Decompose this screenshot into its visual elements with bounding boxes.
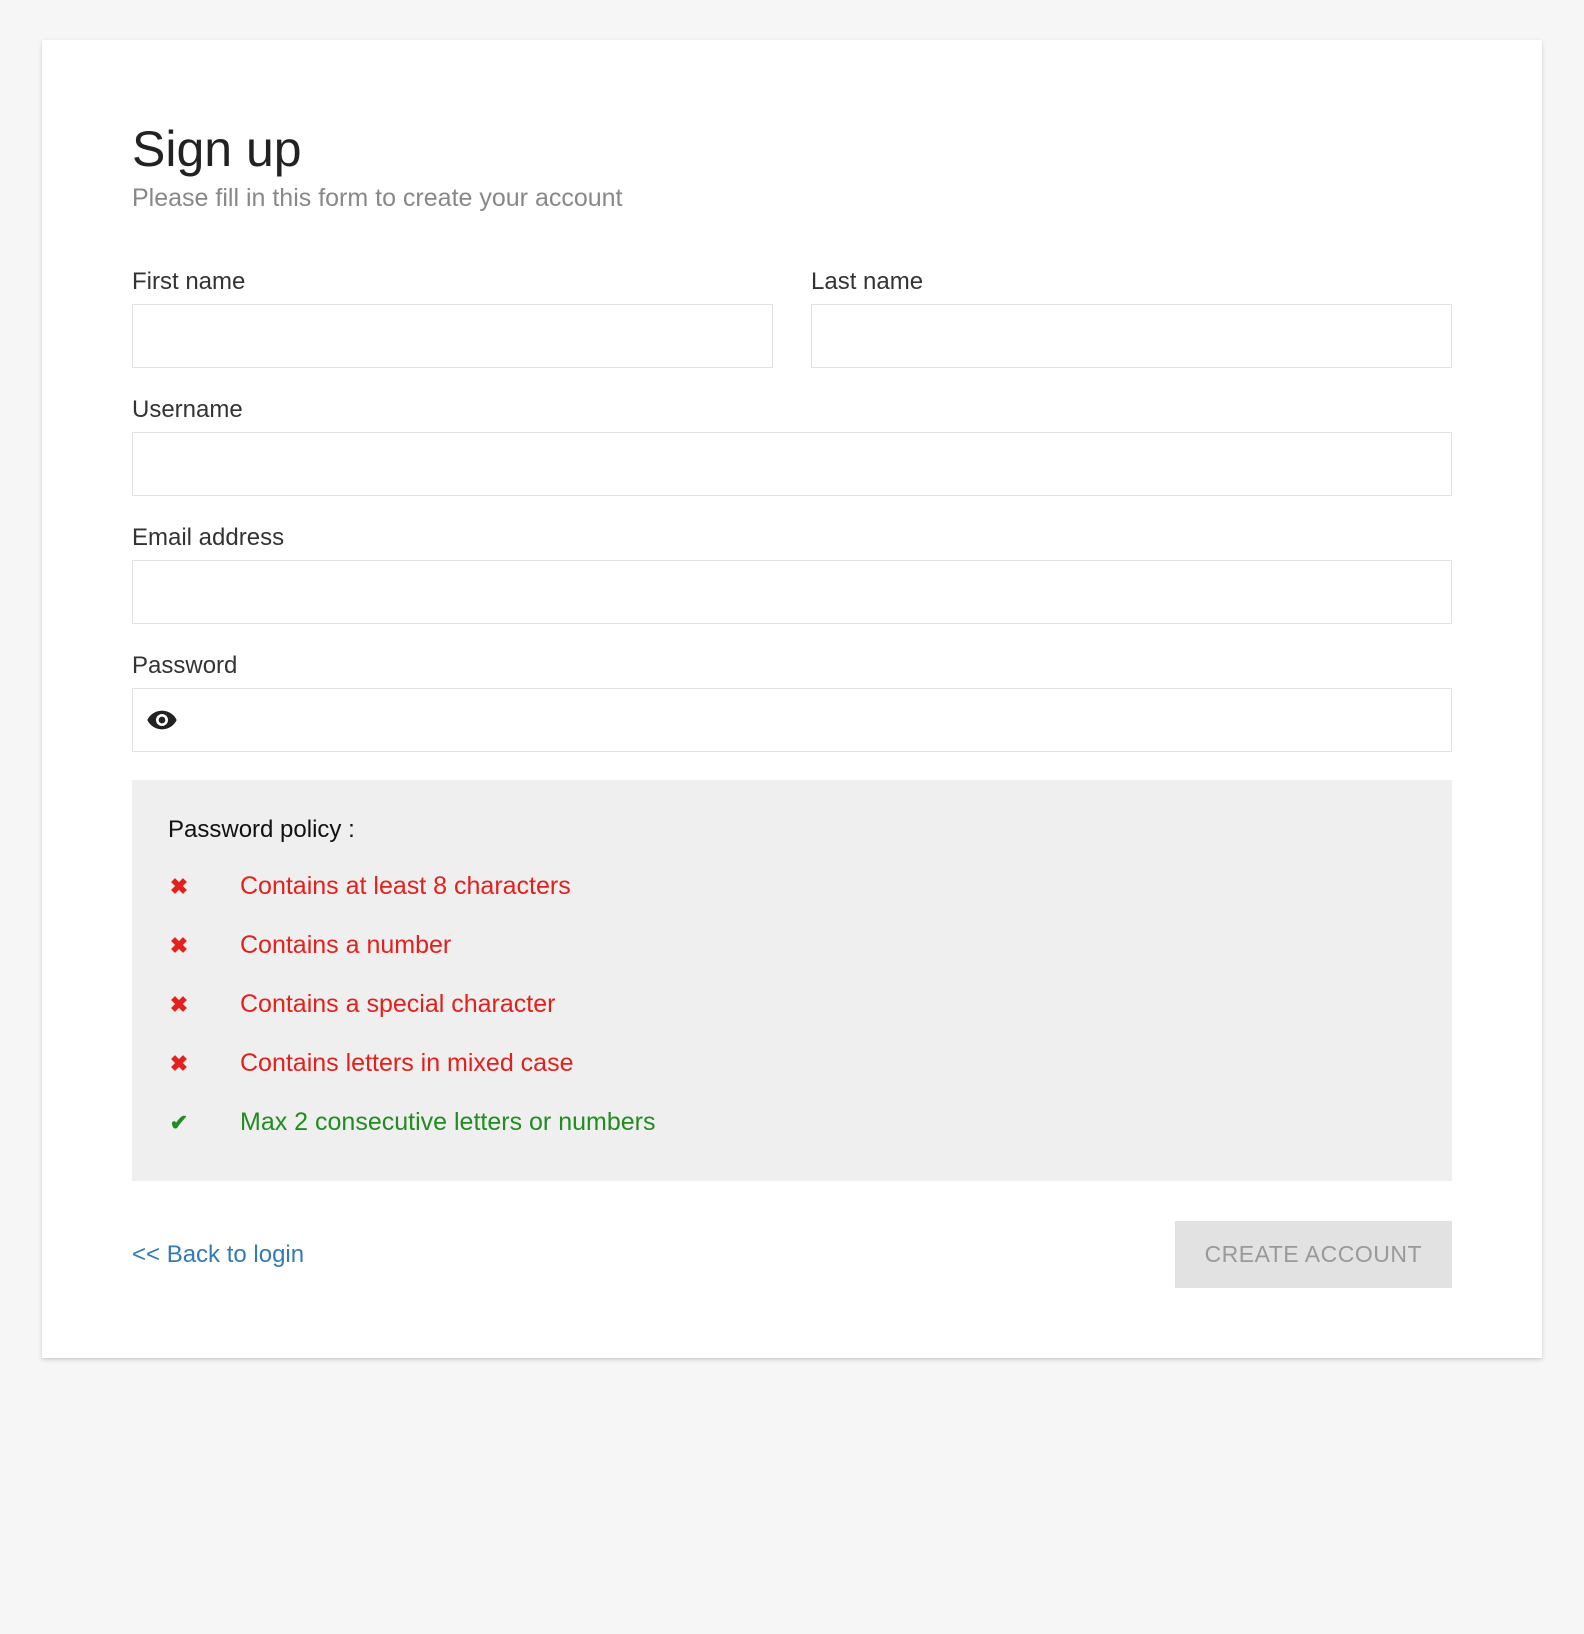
last-name-input[interactable]: [811, 304, 1452, 368]
page-title: Sign up: [132, 120, 1452, 178]
policy-item: ✖ Contains at least 8 characters: [168, 872, 1416, 901]
first-name-label: First name: [132, 268, 773, 296]
email-input[interactable]: [132, 560, 1452, 624]
back-to-login-link[interactable]: << Back to login: [132, 1241, 304, 1269]
policy-item-text: Contains a number: [240, 931, 451, 960]
cross-icon: ✖: [168, 874, 190, 900]
policy-item: ✔ Max 2 consecutive letters or numbers: [168, 1108, 1416, 1137]
create-account-button[interactable]: CREATE ACCOUNT: [1175, 1221, 1452, 1288]
password-label: Password: [132, 652, 1452, 680]
email-label: Email address: [132, 524, 1452, 552]
password-input[interactable]: [132, 688, 1452, 752]
username-input[interactable]: [132, 432, 1452, 496]
policy-item: ✖ Contains letters in mixed case: [168, 1049, 1416, 1078]
password-policy-box: Password policy : ✖ Contains at least 8 c…: [132, 780, 1452, 1181]
policy-item: ✖ Contains a number: [168, 931, 1416, 960]
cross-icon: ✖: [168, 1051, 190, 1077]
eye-icon: [146, 704, 178, 736]
policy-item: ✖ Contains a special character: [168, 990, 1416, 1019]
last-name-label: Last name: [811, 268, 1452, 296]
last-name-field-group: Last name: [811, 268, 1452, 368]
cross-icon: ✖: [168, 992, 190, 1018]
password-field-group: Password: [132, 652, 1452, 752]
email-field-group: Email address: [132, 524, 1452, 624]
first-name-input[interactable]: [132, 304, 773, 368]
policy-item-text: Contains at least 8 characters: [240, 872, 571, 901]
toggle-password-visibility-button[interactable]: [142, 700, 182, 740]
cross-icon: ✖: [168, 933, 190, 959]
signup-card: Sign up Please fill in this form to crea…: [42, 40, 1542, 1358]
username-field-group: Username: [132, 396, 1452, 496]
page-subtitle: Please fill in this form to create your …: [132, 184, 1452, 213]
policy-item-text: Contains letters in mixed case: [240, 1049, 573, 1078]
check-icon: ✔: [168, 1110, 190, 1136]
username-label: Username: [132, 396, 1452, 424]
policy-item-text: Contains a special character: [240, 990, 555, 1019]
password-policy-title: Password policy :: [168, 816, 1416, 844]
first-name-field-group: First name: [132, 268, 773, 368]
policy-item-text: Max 2 consecutive letters or numbers: [240, 1108, 655, 1137]
